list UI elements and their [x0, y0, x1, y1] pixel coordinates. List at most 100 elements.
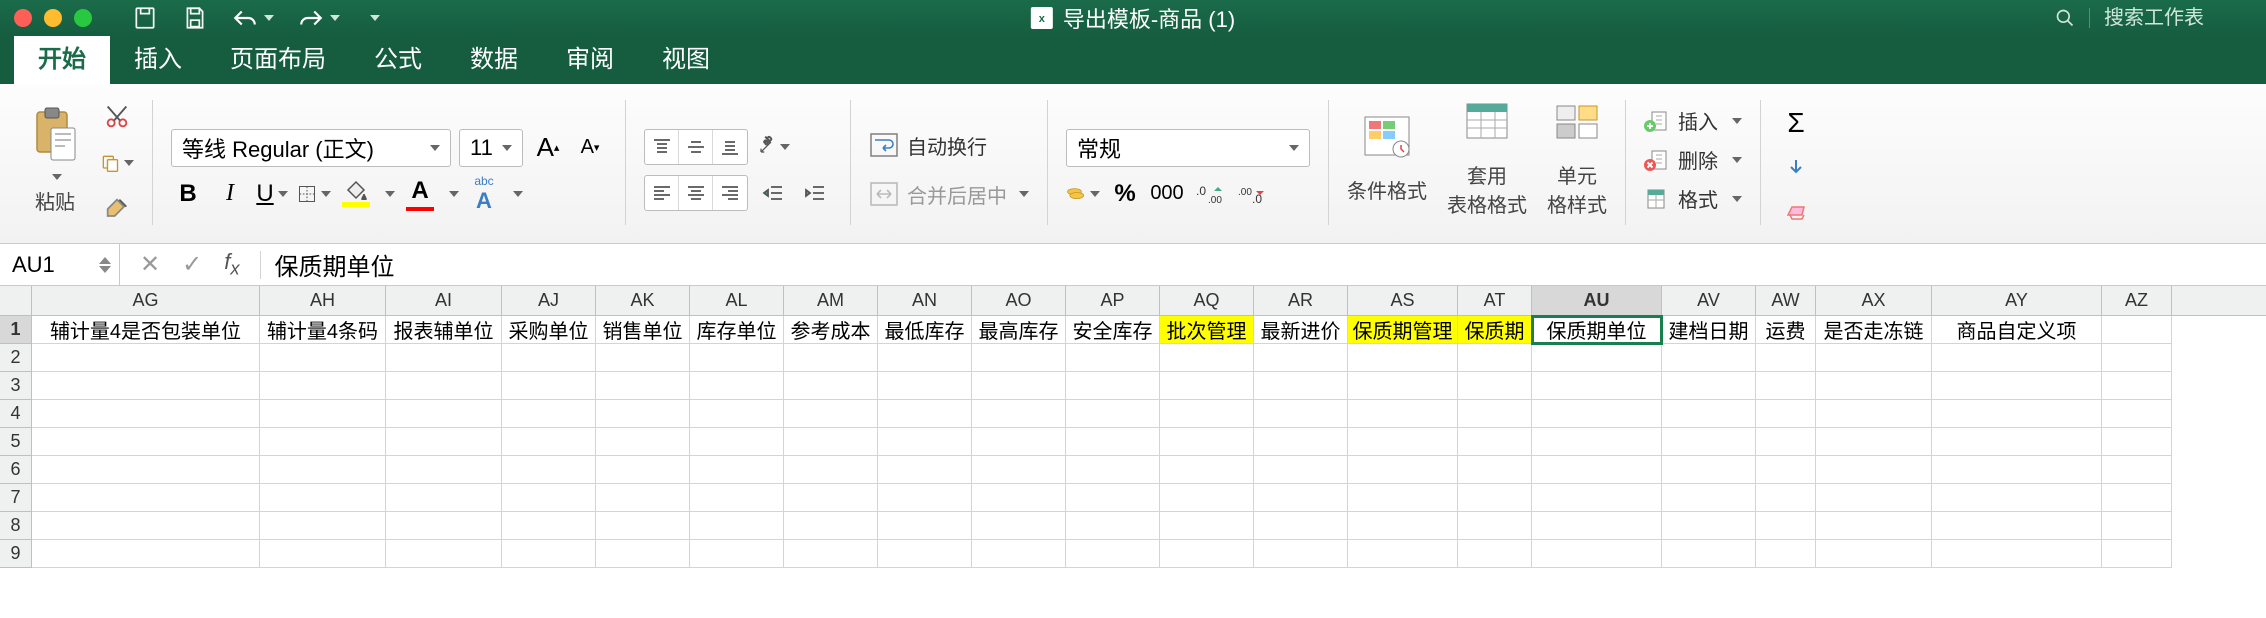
italic-button[interactable]: I: [213, 177, 247, 211]
col-header-AY[interactable]: AY: [1932, 286, 2102, 315]
cell-AY5[interactable]: [1932, 428, 2102, 456]
cell-AJ8[interactable]: [502, 512, 596, 540]
cell-AK9[interactable]: [596, 540, 690, 568]
fill-button[interactable]: [1779, 150, 1813, 184]
align-right-button[interactable]: [713, 176, 747, 210]
save-icon[interactable]: [182, 5, 208, 31]
format-cells-button[interactable]: 格式: [1644, 184, 1742, 213]
cell-AM5[interactable]: [784, 428, 878, 456]
cell-AY6[interactable]: [1932, 456, 2102, 484]
decrease-decimal-button[interactable]: .00.0: [1234, 177, 1268, 211]
increase-font-button[interactable]: A▴: [531, 131, 565, 165]
cell-AU1[interactable]: 保质期单位: [1532, 316, 1662, 344]
qat-customize[interactable]: [370, 15, 380, 21]
paste-dropdown[interactable]: [52, 174, 62, 180]
cell-AW8[interactable]: [1756, 512, 1816, 540]
col-header-AK[interactable]: AK: [596, 286, 690, 315]
accounting-format-button[interactable]: [1066, 177, 1100, 211]
col-header-AM[interactable]: AM: [784, 286, 878, 315]
row-header-7[interactable]: 7: [0, 484, 32, 512]
table-format-button[interactable]: 套用 表格格式: [1447, 94, 1527, 218]
cell-AK3[interactable]: [596, 372, 690, 400]
cell-AZ8[interactable]: [2102, 512, 2172, 540]
cell-AS4[interactable]: [1348, 400, 1458, 428]
cell-AZ2[interactable]: [2102, 344, 2172, 372]
cell-AP1[interactable]: 安全库存: [1066, 316, 1160, 344]
cell-AT3[interactable]: [1458, 372, 1532, 400]
col-header-AP[interactable]: AP: [1066, 286, 1160, 315]
cell-AY4[interactable]: [1932, 400, 2102, 428]
border-button[interactable]: [297, 177, 331, 211]
comma-button[interactable]: 000: [1150, 177, 1184, 211]
cell-AI5[interactable]: [386, 428, 502, 456]
col-header-AL[interactable]: AL: [690, 286, 784, 315]
cell-AG9[interactable]: [32, 540, 260, 568]
cell-AW4[interactable]: [1756, 400, 1816, 428]
cell-AO6[interactable]: [972, 456, 1066, 484]
cell-AR7[interactable]: [1254, 484, 1348, 512]
name-box[interactable]: AU1: [0, 244, 120, 285]
cell-AL1[interactable]: 库存单位: [690, 316, 784, 344]
minimize-window[interactable]: [44, 9, 62, 27]
cell-AO5[interactable]: [972, 428, 1066, 456]
cell-AL9[interactable]: [690, 540, 784, 568]
cell-AH5[interactable]: [260, 428, 386, 456]
cell-AM6[interactable]: [784, 456, 878, 484]
cell-AI6[interactable]: [386, 456, 502, 484]
zoom-window[interactable]: [74, 9, 92, 27]
cell-AY9[interactable]: [1932, 540, 2102, 568]
underline-button[interactable]: U: [255, 177, 289, 211]
format-painter-button[interactable]: [100, 192, 134, 226]
cell-AO4[interactable]: [972, 400, 1066, 428]
cell-AQ1[interactable]: 批次管理: [1160, 316, 1254, 344]
cell-AV7[interactable]: [1662, 484, 1756, 512]
col-header-AI[interactable]: AI: [386, 286, 502, 315]
cell-AK7[interactable]: [596, 484, 690, 512]
cell-AK6[interactable]: [596, 456, 690, 484]
cell-AX8[interactable]: [1816, 512, 1932, 540]
cell-AP6[interactable]: [1066, 456, 1160, 484]
cell-AI9[interactable]: [386, 540, 502, 568]
cell-AQ3[interactable]: [1160, 372, 1254, 400]
cell-AM4[interactable]: [784, 400, 878, 428]
cell-AG8[interactable]: [32, 512, 260, 540]
select-all-corner[interactable]: [0, 286, 32, 316]
align-top-button[interactable]: [645, 130, 679, 164]
cell-AG6[interactable]: [32, 456, 260, 484]
tab-开始[interactable]: 开始: [14, 31, 110, 84]
cell-AM1[interactable]: 参考成本: [784, 316, 878, 344]
fill-color-dropdown[interactable]: [385, 191, 395, 197]
cell-AV2[interactable]: [1662, 344, 1756, 372]
col-header-AS[interactable]: AS: [1348, 286, 1458, 315]
cell-AL8[interactable]: [690, 512, 784, 540]
cell-AN6[interactable]: [878, 456, 972, 484]
tab-审阅[interactable]: 审阅: [542, 31, 638, 84]
cell-AJ9[interactable]: [502, 540, 596, 568]
cell-AY3[interactable]: [1932, 372, 2102, 400]
cell-AK1[interactable]: 销售单位: [596, 316, 690, 344]
cell-AK5[interactable]: [596, 428, 690, 456]
cell-AM9[interactable]: [784, 540, 878, 568]
cell-AM8[interactable]: [784, 512, 878, 540]
tab-公式[interactable]: 公式: [350, 31, 446, 84]
redo-button[interactable]: [298, 8, 340, 28]
cell-AT4[interactable]: [1458, 400, 1532, 428]
merge-center-button[interactable]: 合并后居中: [869, 180, 1029, 209]
cell-AU4[interactable]: [1532, 400, 1662, 428]
cell-AZ9[interactable]: [2102, 540, 2172, 568]
cell-AZ6[interactable]: [2102, 456, 2172, 484]
cell-AT8[interactable]: [1458, 512, 1532, 540]
cell-AR5[interactable]: [1254, 428, 1348, 456]
cell-AP5[interactable]: [1066, 428, 1160, 456]
cell-AV3[interactable]: [1662, 372, 1756, 400]
undo-dropdown[interactable]: [264, 15, 274, 21]
cell-AK4[interactable]: [596, 400, 690, 428]
row-header-1[interactable]: 1: [0, 316, 32, 344]
undo-button[interactable]: [232, 8, 274, 28]
cell-AS5[interactable]: [1348, 428, 1458, 456]
cell-AO7[interactable]: [972, 484, 1066, 512]
cell-AP9[interactable]: [1066, 540, 1160, 568]
cell-AO2[interactable]: [972, 344, 1066, 372]
cell-AH8[interactable]: [260, 512, 386, 540]
cell-AW5[interactable]: [1756, 428, 1816, 456]
